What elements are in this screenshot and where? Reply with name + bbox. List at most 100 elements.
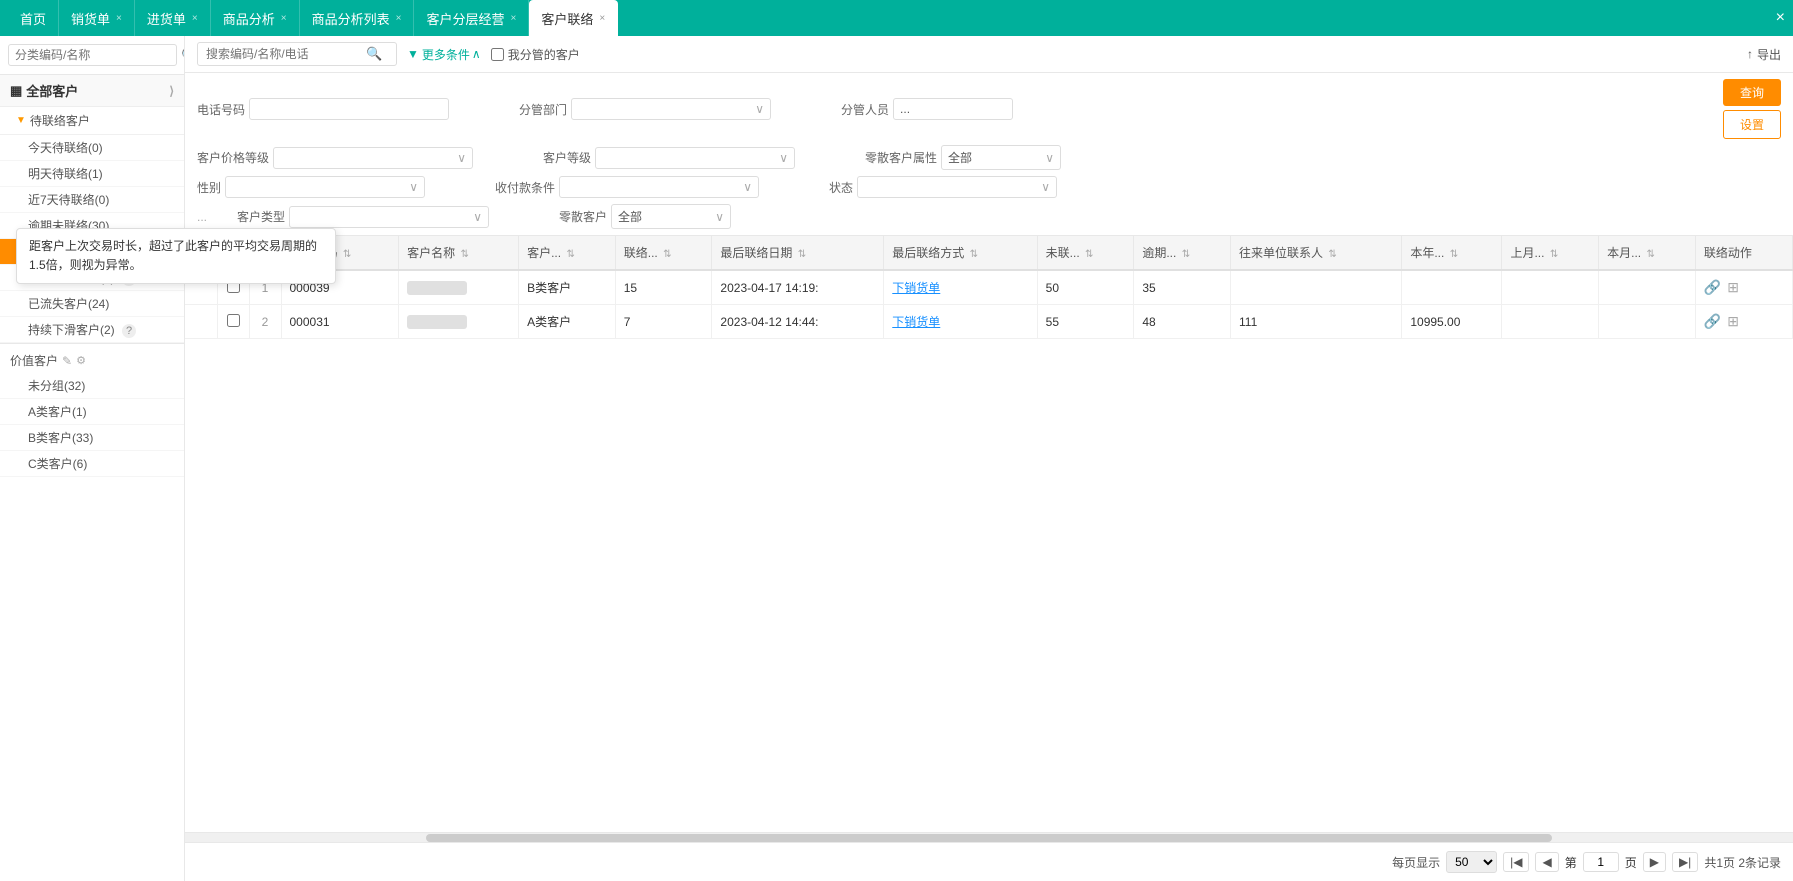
declining-label: 持续下滑客户(2)	[28, 323, 115, 337]
my-customers-checkbox[interactable]	[491, 48, 504, 61]
col-unit-contact[interactable]: 往来单位联系人 ⇅	[1231, 236, 1402, 270]
sidebar-item-today[interactable]: 今天待联络(0)	[0, 135, 184, 161]
retail-customer-select[interactable]: 全部 ∨	[611, 204, 731, 229]
payment-terms-select[interactable]: ∨	[559, 176, 759, 198]
tab-customer-contact[interactable]: 客户联络 ×	[529, 0, 618, 36]
more-conditions-button[interactable]: ▼ 更多条件 ∧	[407, 46, 481, 63]
today-label: 今天待联络(0)	[28, 141, 103, 155]
close-analysis-icon[interactable]: ×	[281, 13, 287, 24]
row2-grid-icon[interactable]: ⊞	[1727, 313, 1739, 330]
per-page-select[interactable]: 50 10 20 100	[1446, 851, 1497, 873]
price-level-label: 客户价格等级	[197, 149, 269, 166]
pending-group-title[interactable]: ▼ 待联络客户	[0, 107, 184, 135]
sidebar-item-a-class[interactable]: A类客户(1)	[0, 399, 184, 425]
close-purchase-icon[interactable]: ×	[192, 13, 198, 24]
col-name[interactable]: 客户名称 ⇅	[399, 236, 519, 270]
close-customer-contact-icon[interactable]: ×	[599, 13, 605, 24]
gender-select[interactable]: ∨	[225, 176, 425, 198]
query-button[interactable]: 查询	[1723, 79, 1781, 106]
manager-label: 分管人员	[841, 101, 889, 118]
row1-name-val	[407, 281, 467, 295]
export-button[interactable]: ↑ 导出	[1747, 46, 1781, 63]
dept-select[interactable]: ∨	[571, 98, 771, 120]
col-type[interactable]: 客户... ⇅	[519, 236, 616, 270]
phone-input[interactable]	[249, 98, 449, 120]
col-last-month[interactable]: 上月... ⇅	[1502, 236, 1599, 270]
row1-last-method-val[interactable]: 下销货单	[892, 281, 940, 295]
sidebar-item-b-class[interactable]: B类客户(33)	[0, 425, 184, 451]
row2-select-checkbox[interactable]	[227, 314, 240, 327]
row2-last-date-val: 2023-04-12 14:44:	[720, 315, 818, 329]
row1-contact-val: 15	[624, 281, 637, 295]
pagination-area: 每页显示 50 10 20 100 |◀ ◀ 第 页 ▶ ▶| 共1页 2条记录	[185, 842, 1793, 881]
col-contact-label: 联络...	[624, 246, 658, 260]
sidebar-item-c-class[interactable]: C类客户(6)	[0, 451, 184, 477]
col-this-year[interactable]: 本年... ⇅	[1402, 236, 1502, 270]
price-level-select[interactable]: ∨	[273, 147, 473, 169]
row2-action-icons: 🔗 ⊞	[1704, 313, 1784, 330]
row2-this-year: 10995.00	[1402, 305, 1502, 339]
close-sales-icon[interactable]: ×	[116, 13, 122, 24]
next-page-button[interactable]: ▶	[1643, 852, 1666, 872]
customer-type-select[interactable]: ∨	[289, 206, 489, 228]
row1-contact: 15	[615, 270, 712, 305]
setup-button[interactable]: 设置	[1723, 110, 1781, 139]
col-last-date[interactable]: 最后联络日期 ⇅	[712, 236, 884, 270]
col-this-month[interactable]: 本月... ⇅	[1599, 236, 1696, 270]
value-group-settings-icon[interactable]: ⚙	[76, 354, 86, 367]
tab-analysis[interactable]: 商品分析 ×	[211, 0, 300, 36]
row2-last-method-val[interactable]: 下销货单	[892, 315, 940, 329]
declining-info-icon: ?	[122, 324, 136, 338]
tab-customer-tier[interactable]: 客户分层经营 ×	[414, 0, 529, 36]
sort-type-icon: ⇅	[566, 249, 574, 260]
sidebar-item-declining[interactable]: 持续下滑客户(2) ?	[0, 317, 184, 343]
tab-home[interactable]: 首页	[8, 0, 59, 36]
sidebar-search-input[interactable]	[8, 44, 177, 66]
customer-level-select[interactable]: ∨	[595, 147, 795, 169]
sidebar-all-customers[interactable]: ▦ 全部客户 ⟩	[0, 75, 184, 107]
row1-grid-icon[interactable]: ⊞	[1727, 279, 1739, 296]
first-page-button[interactable]: |◀	[1503, 852, 1529, 872]
filter-icon: ▼	[407, 47, 419, 61]
filter-row-1: 电话号码 分管部门 ∨ 分管人员 ... 查询	[197, 79, 1781, 139]
retail-customer-label: 零散客户	[559, 208, 607, 225]
horizontal-scrollbar[interactable]	[185, 832, 1793, 842]
value-group-header[interactable]: 价值客户 ✎ ⚙	[0, 348, 184, 373]
b-class-label: B类客户(33)	[28, 431, 93, 445]
lost-label: 已流失客户(24)	[28, 297, 109, 311]
row2-contact: 7	[615, 305, 712, 339]
tab-analysis-list[interactable]: 商品分析列表 ×	[300, 0, 415, 36]
sidebar-item-ungrouped[interactable]: 未分组(32)	[0, 373, 184, 399]
sidebar-item-lost[interactable]: 已流失客户(24)	[0, 291, 184, 317]
row1-link-icon[interactable]: 🔗	[1704, 279, 1721, 296]
col-contact[interactable]: 联络... ⇅	[615, 236, 712, 270]
last-page-button[interactable]: ▶|	[1672, 852, 1698, 872]
page-number-input[interactable]	[1583, 852, 1619, 872]
status-select[interactable]: ∨	[857, 176, 1057, 198]
retail-attr-select[interactable]: 全部 ∨	[941, 145, 1061, 170]
close-analysis-list-icon[interactable]: ×	[396, 13, 402, 24]
sidebar-item-tomorrow[interactable]: 明天待联络(1)	[0, 161, 184, 187]
prev-page-button[interactable]: ◀	[1535, 852, 1558, 872]
edit-icon[interactable]: ✎	[62, 354, 72, 368]
col-overdue[interactable]: 逾期... ⇅	[1134, 236, 1231, 270]
manager-select[interactable]: ...	[893, 98, 1013, 120]
row2-link-icon[interactable]: 🔗	[1704, 313, 1721, 330]
close-customer-tier-icon[interactable]: ×	[510, 13, 516, 24]
tab-purchase[interactable]: 进货单 ×	[135, 0, 211, 36]
tab-sales[interactable]: 销货单 ×	[59, 0, 135, 36]
global-close-button[interactable]: ×	[1776, 9, 1785, 27]
row2-name	[399, 305, 519, 339]
row2-checkbox	[217, 305, 249, 339]
search-input[interactable]	[206, 47, 366, 61]
collapse-icon[interactable]: ⟩	[169, 84, 174, 98]
col-last-method[interactable]: 最后联络方式 ⇅	[884, 236, 1037, 270]
row2-overdue-val: 48	[1142, 315, 1155, 329]
retail-attr-filter: 零散客户属性 全部 ∨	[865, 145, 1061, 170]
row2-last-method: 下销货单	[884, 305, 1037, 339]
customer-type-filter: 客户类型 ∨	[237, 206, 489, 228]
sidebar-item-7days[interactable]: 近7天待联络(0)	[0, 187, 184, 213]
col-uncontacted[interactable]: 未联... ⇅	[1037, 236, 1134, 270]
retail-customer-caret: ∨	[715, 210, 724, 224]
retail-customer-filter: 零散客户 全部 ∨	[559, 204, 731, 229]
